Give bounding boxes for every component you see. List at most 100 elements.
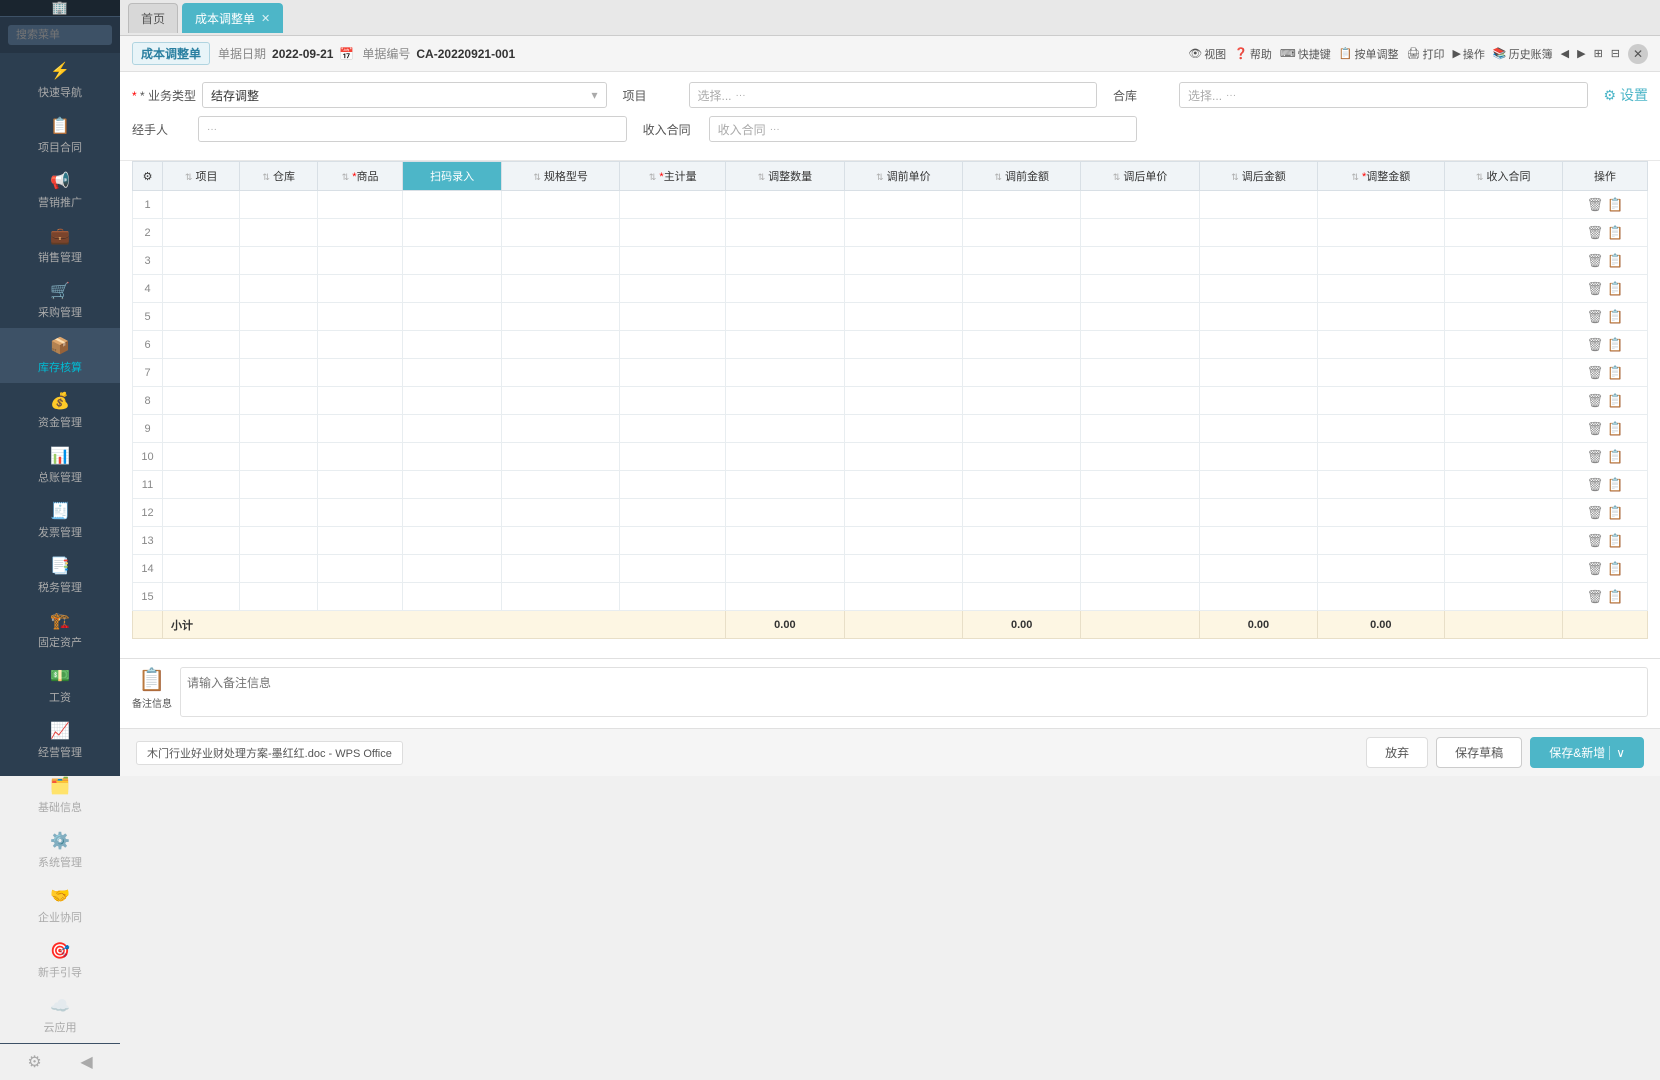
cell-13-1[interactable] xyxy=(163,527,240,555)
delete-icon-3[interactable]: 🗑 xyxy=(1587,253,1604,269)
cell-15-7[interactable] xyxy=(726,583,844,611)
cell-6-6[interactable] xyxy=(620,331,726,359)
cell-2-11[interactable] xyxy=(1199,219,1317,247)
check-adjust-action[interactable]: 📋 按单调整 xyxy=(1339,46,1399,62)
cell-5-5[interactable] xyxy=(501,303,619,331)
cell-5-7[interactable] xyxy=(726,303,844,331)
cell-13-3[interactable] xyxy=(317,527,402,555)
close-window-button[interactable]: ✕ xyxy=(1628,44,1648,64)
cell-3-10[interactable] xyxy=(1081,247,1199,275)
cell-11-9[interactable] xyxy=(962,471,1080,499)
cell-9-11[interactable] xyxy=(1199,415,1317,443)
sidebar-item-new-guide[interactable]: 🎯 新手引导 xyxy=(0,933,120,988)
cell-5-12[interactable] xyxy=(1318,303,1444,331)
cell-11-10[interactable] xyxy=(1081,471,1199,499)
cell-15-10[interactable] xyxy=(1081,583,1199,611)
th-scan-input[interactable]: 扫码录入 xyxy=(403,162,502,191)
cell-2-2[interactable] xyxy=(240,219,317,247)
cell-7-10[interactable] xyxy=(1081,359,1199,387)
cell-10-10[interactable] xyxy=(1081,443,1199,471)
cell-9-1[interactable] xyxy=(163,415,240,443)
sidebar-item-cloud-apps[interactable]: ☁️ 云应用 xyxy=(0,988,120,1043)
cell-3-12[interactable] xyxy=(1318,247,1444,275)
settings-field-icon[interactable]: ⚙ 设置 xyxy=(1604,85,1648,105)
cell-10-1[interactable] xyxy=(163,443,240,471)
cell-13-6[interactable] xyxy=(620,527,726,555)
cell-2-4[interactable] xyxy=(403,219,502,247)
copy-icon-15[interactable]: 📋 xyxy=(1607,589,1623,605)
cell-6-4[interactable] xyxy=(403,331,502,359)
cell-4-13[interactable] xyxy=(1444,275,1562,303)
cell-4-8[interactable] xyxy=(844,275,962,303)
sidebar-item-project-contract[interactable]: 📋 项目合同 xyxy=(0,108,120,163)
cell-15-1[interactable] xyxy=(163,583,240,611)
cell-14-1[interactable] xyxy=(163,555,240,583)
cell-4-11[interactable] xyxy=(1199,275,1317,303)
cell-9-5[interactable] xyxy=(501,415,619,443)
sidebar-item-finance[interactable]: 💰 资金管理 xyxy=(0,383,120,438)
cell-11-3[interactable] xyxy=(317,471,402,499)
cell-13-9[interactable] xyxy=(962,527,1080,555)
copy-icon-13[interactable]: 📋 xyxy=(1607,533,1623,549)
cell-5-2[interactable] xyxy=(240,303,317,331)
cell-1-1[interactable] xyxy=(163,191,240,219)
sidebar-item-quick-nav[interactable]: ⚡ 快速导航 xyxy=(0,53,120,108)
cell-12-8[interactable] xyxy=(844,499,962,527)
cell-7-9[interactable] xyxy=(962,359,1080,387)
cell-11-4[interactable] xyxy=(403,471,502,499)
cell-9-9[interactable] xyxy=(962,415,1080,443)
cell-11-5[interactable] xyxy=(501,471,619,499)
cell-10-12[interactable] xyxy=(1318,443,1444,471)
cell-13-5[interactable] xyxy=(501,527,619,555)
cell-1-5[interactable] xyxy=(501,191,619,219)
cell-13-2[interactable] xyxy=(240,527,317,555)
delete-icon-8[interactable]: 🗑 xyxy=(1587,393,1604,409)
cell-8-1[interactable] xyxy=(163,387,240,415)
cell-2-5[interactable] xyxy=(501,219,619,247)
cell-7-7[interactable] xyxy=(726,359,844,387)
cell-3-11[interactable] xyxy=(1199,247,1317,275)
delete-icon-13[interactable]: 🗑 xyxy=(1587,533,1604,549)
tab-home[interactable]: 首页 xyxy=(128,3,178,33)
copy-icon-7[interactable]: 📋 xyxy=(1607,365,1623,381)
cell-6-10[interactable] xyxy=(1081,331,1199,359)
cell-8-7[interactable] xyxy=(726,387,844,415)
cell-15-11[interactable] xyxy=(1199,583,1317,611)
cell-8-10[interactable] xyxy=(1081,387,1199,415)
search-input[interactable] xyxy=(8,25,112,45)
save-draft-button[interactable]: 保存草稿 xyxy=(1436,737,1522,768)
sidebar-item-enterprise[interactable]: 🤝 企业协同 xyxy=(0,878,120,933)
cell-4-9[interactable] xyxy=(962,275,1080,303)
cell-15-5[interactable] xyxy=(501,583,619,611)
cell-4-7[interactable] xyxy=(726,275,844,303)
cell-11-6[interactable] xyxy=(620,471,726,499)
cell-12-10[interactable] xyxy=(1081,499,1199,527)
cell-1-4[interactable] xyxy=(403,191,502,219)
delete-icon-6[interactable]: 🗑 xyxy=(1587,337,1604,353)
cell-13-4[interactable] xyxy=(403,527,502,555)
cell-3-3[interactable] xyxy=(317,247,402,275)
copy-icon-3[interactable]: 📋 xyxy=(1607,253,1623,269)
cell-12-4[interactable] xyxy=(403,499,502,527)
nav-left-icon[interactable]: ◀ xyxy=(1561,47,1569,60)
wps-doc-label[interactable]: 木门行业好业财处理方案-墨红红.doc - WPS Office xyxy=(136,741,403,765)
cell-7-3[interactable] xyxy=(317,359,402,387)
cell-5-3[interactable] xyxy=(317,303,402,331)
print-action[interactable]: 🖨 打印 xyxy=(1406,46,1444,62)
cell-10-5[interactable] xyxy=(501,443,619,471)
cell-7-8[interactable] xyxy=(844,359,962,387)
cell-9-2[interactable] xyxy=(240,415,317,443)
cell-7-6[interactable] xyxy=(620,359,726,387)
cell-10-9[interactable] xyxy=(962,443,1080,471)
settings-icon[interactable]: ⚙ xyxy=(27,1052,41,1072)
cell-11-12[interactable] xyxy=(1318,471,1444,499)
sidebar-item-purchase-mgmt[interactable]: 🛒 采购管理 xyxy=(0,273,120,328)
cell-5-9[interactable] xyxy=(962,303,1080,331)
cell-12-1[interactable] xyxy=(163,499,240,527)
cell-2-6[interactable] xyxy=(620,219,726,247)
cell-6-1[interactable] xyxy=(163,331,240,359)
cell-7-5[interactable] xyxy=(501,359,619,387)
delete-icon-11[interactable]: 🗑 xyxy=(1587,477,1604,493)
cell-2-1[interactable] xyxy=(163,219,240,247)
cell-12-6[interactable] xyxy=(620,499,726,527)
